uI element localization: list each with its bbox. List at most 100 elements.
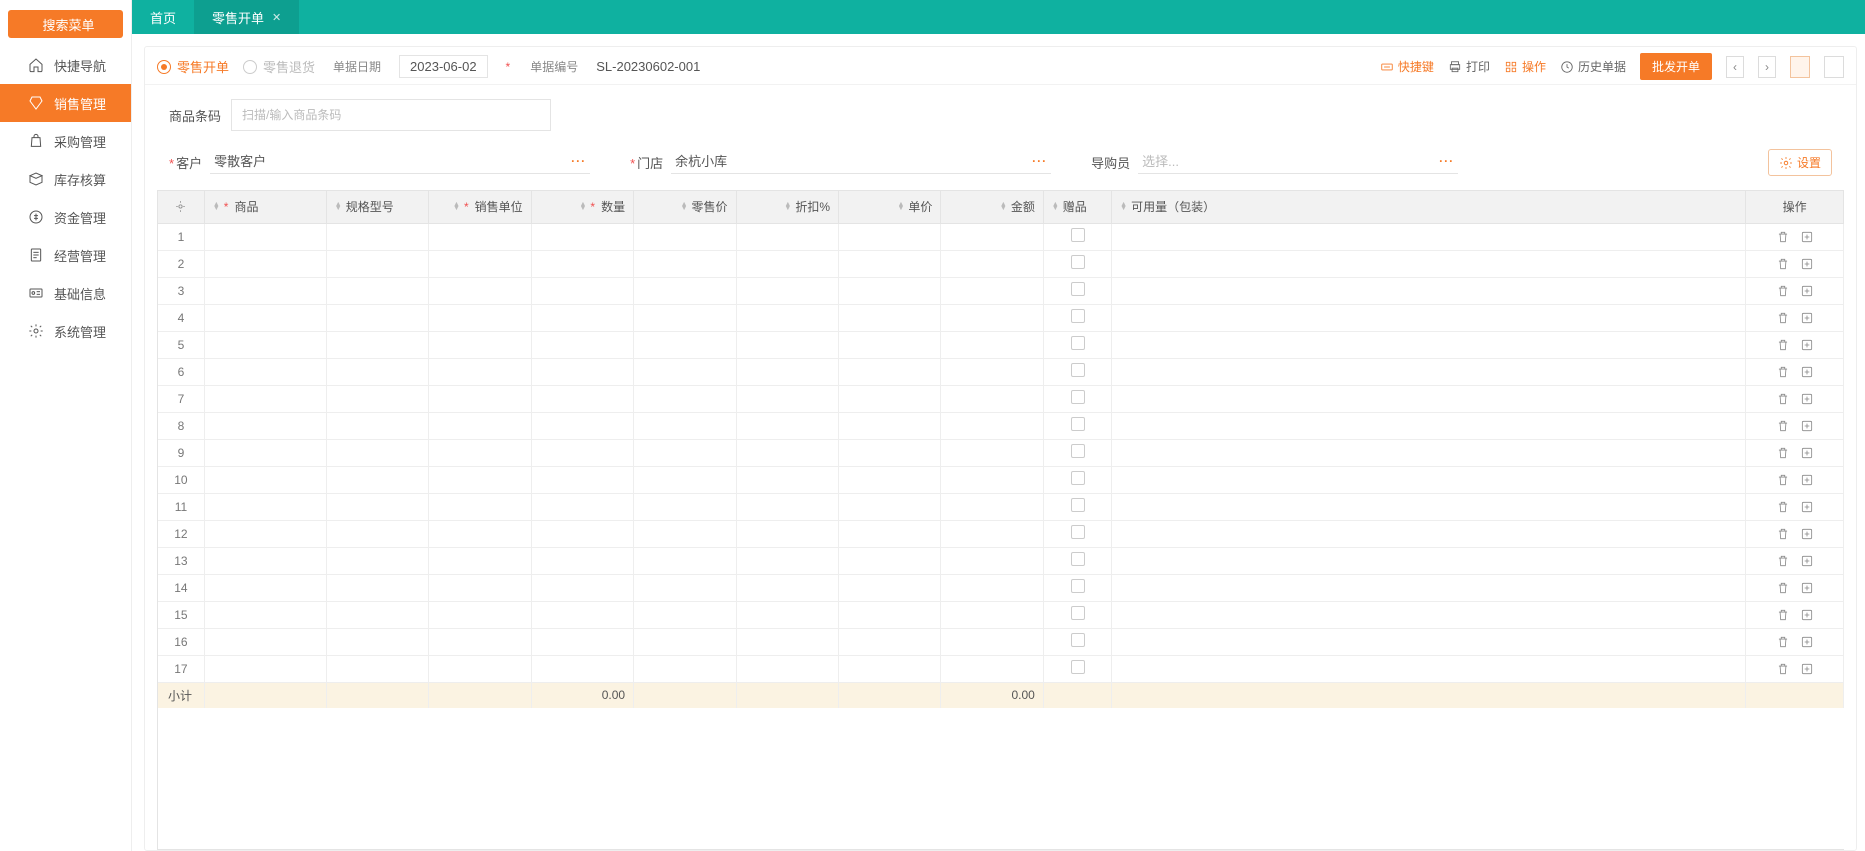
print-button[interactable]: 打印 [1448, 58, 1490, 75]
col-amount[interactable]: ▲▼金额 [941, 191, 1043, 223]
insert-icon[interactable] [1800, 581, 1814, 595]
insert-icon[interactable] [1800, 554, 1814, 568]
tab-home[interactable]: 首页 [132, 0, 194, 34]
sidebar-item-quicknav[interactable]: 快捷导航 [0, 46, 131, 84]
delete-icon[interactable] [1776, 581, 1790, 595]
gift-checkbox[interactable] [1071, 579, 1085, 593]
delete-icon[interactable] [1776, 473, 1790, 487]
sidebar-item-basicinfo[interactable]: 基础信息 [0, 274, 131, 312]
hotkey-button[interactable]: 快捷键 [1380, 58, 1434, 75]
tab-retail-order[interactable]: 零售开单 ✕ [194, 0, 299, 34]
sidebar-item-finance[interactable]: 资金管理 [0, 198, 131, 236]
delete-icon[interactable] [1776, 311, 1790, 325]
table-row[interactable]: 12 [158, 520, 1844, 547]
col-product[interactable]: ▲▼*商品 [204, 191, 326, 223]
gift-checkbox[interactable] [1071, 444, 1085, 458]
table-row[interactable]: 2 [158, 250, 1844, 277]
insert-icon[interactable] [1800, 446, 1814, 460]
gift-checkbox[interactable] [1071, 660, 1085, 674]
table-row[interactable]: 14 [158, 574, 1844, 601]
gift-checkbox[interactable] [1071, 552, 1085, 566]
table-row[interactable]: 8 [158, 412, 1844, 439]
radio-retail-return[interactable]: 零售退货 [243, 57, 315, 76]
ellipsis-icon[interactable]: ··· [567, 154, 590, 168]
ellipsis-icon[interactable]: ··· [1028, 154, 1051, 168]
delete-icon[interactable] [1776, 392, 1790, 406]
expand-button[interactable] [1824, 56, 1844, 78]
delete-icon[interactable] [1776, 419, 1790, 433]
insert-icon[interactable] [1800, 419, 1814, 433]
settings-button[interactable]: 设置 [1768, 149, 1832, 176]
delete-icon[interactable] [1776, 338, 1790, 352]
delete-icon[interactable] [1776, 446, 1790, 460]
history-button[interactable]: 历史单据 [1560, 58, 1626, 75]
date-picker[interactable]: 2023-06-02 [399, 55, 488, 78]
gift-checkbox[interactable] [1071, 498, 1085, 512]
delete-icon[interactable] [1776, 257, 1790, 271]
customer-picker[interactable]: 零散客户 ··· [210, 151, 590, 174]
table-row[interactable]: 10 [158, 466, 1844, 493]
delete-icon[interactable] [1776, 527, 1790, 541]
delete-icon[interactable] [1776, 554, 1790, 568]
gift-checkbox[interactable] [1071, 633, 1085, 647]
insert-icon[interactable] [1800, 527, 1814, 541]
sidebar-item-sales[interactable]: 销售管理 [0, 84, 131, 122]
sidebar-item-operation[interactable]: 经营管理 [0, 236, 131, 274]
delete-icon[interactable] [1776, 662, 1790, 676]
col-retail[interactable]: ▲▼零售价 [634, 191, 736, 223]
table-row[interactable]: 3 [158, 277, 1844, 304]
table-row[interactable]: 11 [158, 493, 1844, 520]
table-row[interactable]: 9 [158, 439, 1844, 466]
table-row[interactable]: 6 [158, 358, 1844, 385]
insert-icon[interactable] [1800, 392, 1814, 406]
gift-checkbox[interactable] [1071, 363, 1085, 377]
delete-icon[interactable] [1776, 284, 1790, 298]
ellipsis-icon[interactable]: ··· [1435, 154, 1458, 168]
next-button[interactable]: › [1758, 56, 1776, 78]
sidebar-item-inventory[interactable]: 库存核算 [0, 160, 131, 198]
guide-picker[interactable]: 选择... ··· [1138, 151, 1458, 174]
col-spec[interactable]: ▲▼规格型号 [326, 191, 428, 223]
gift-checkbox[interactable] [1071, 606, 1085, 620]
gift-checkbox[interactable] [1071, 525, 1085, 539]
col-gift[interactable]: ▲▼赠品 [1043, 191, 1111, 223]
gift-checkbox[interactable] [1071, 255, 1085, 269]
list-view-button[interactable] [1790, 56, 1810, 78]
sidebar-item-system[interactable]: 系统管理 [0, 312, 131, 350]
close-icon[interactable]: ✕ [272, 11, 281, 24]
insert-icon[interactable] [1800, 500, 1814, 514]
radio-retail-order[interactable]: 零售开单 [157, 57, 229, 76]
col-unit[interactable]: ▲▼*销售单位 [429, 191, 531, 223]
col-qty[interactable]: ▲▼*数量 [531, 191, 633, 223]
insert-icon[interactable] [1800, 284, 1814, 298]
table-row[interactable]: 16 [158, 628, 1844, 655]
insert-icon[interactable] [1800, 365, 1814, 379]
col-available[interactable]: ▲▼可用量（包装） [1112, 191, 1746, 223]
gift-checkbox[interactable] [1071, 282, 1085, 296]
insert-icon[interactable] [1800, 257, 1814, 271]
gift-checkbox[interactable] [1071, 417, 1085, 431]
col-discount[interactable]: ▲▼折扣% [736, 191, 838, 223]
insert-icon[interactable] [1800, 311, 1814, 325]
gift-checkbox[interactable] [1071, 471, 1085, 485]
col-price[interactable]: ▲▼单价 [838, 191, 940, 223]
gift-checkbox[interactable] [1071, 336, 1085, 350]
gift-checkbox[interactable] [1071, 228, 1085, 242]
table-row[interactable]: 15 [158, 601, 1844, 628]
gift-checkbox[interactable] [1071, 309, 1085, 323]
operate-button[interactable]: 操作 [1504, 58, 1546, 75]
insert-icon[interactable] [1800, 635, 1814, 649]
search-menu-button[interactable]: 搜索菜单 [8, 10, 123, 38]
insert-icon[interactable] [1800, 473, 1814, 487]
batch-order-button[interactable]: 批发开单 [1640, 53, 1712, 80]
table-row[interactable]: 4 [158, 304, 1844, 331]
insert-icon[interactable] [1800, 608, 1814, 622]
prev-button[interactable]: ‹ [1726, 56, 1744, 78]
store-picker[interactable]: 余杭小库 ··· [671, 151, 1051, 174]
delete-icon[interactable] [1776, 230, 1790, 244]
table-row[interactable]: 7 [158, 385, 1844, 412]
insert-icon[interactable] [1800, 338, 1814, 352]
insert-icon[interactable] [1800, 230, 1814, 244]
sidebar-item-purchase[interactable]: 采购管理 [0, 122, 131, 160]
delete-icon[interactable] [1776, 365, 1790, 379]
